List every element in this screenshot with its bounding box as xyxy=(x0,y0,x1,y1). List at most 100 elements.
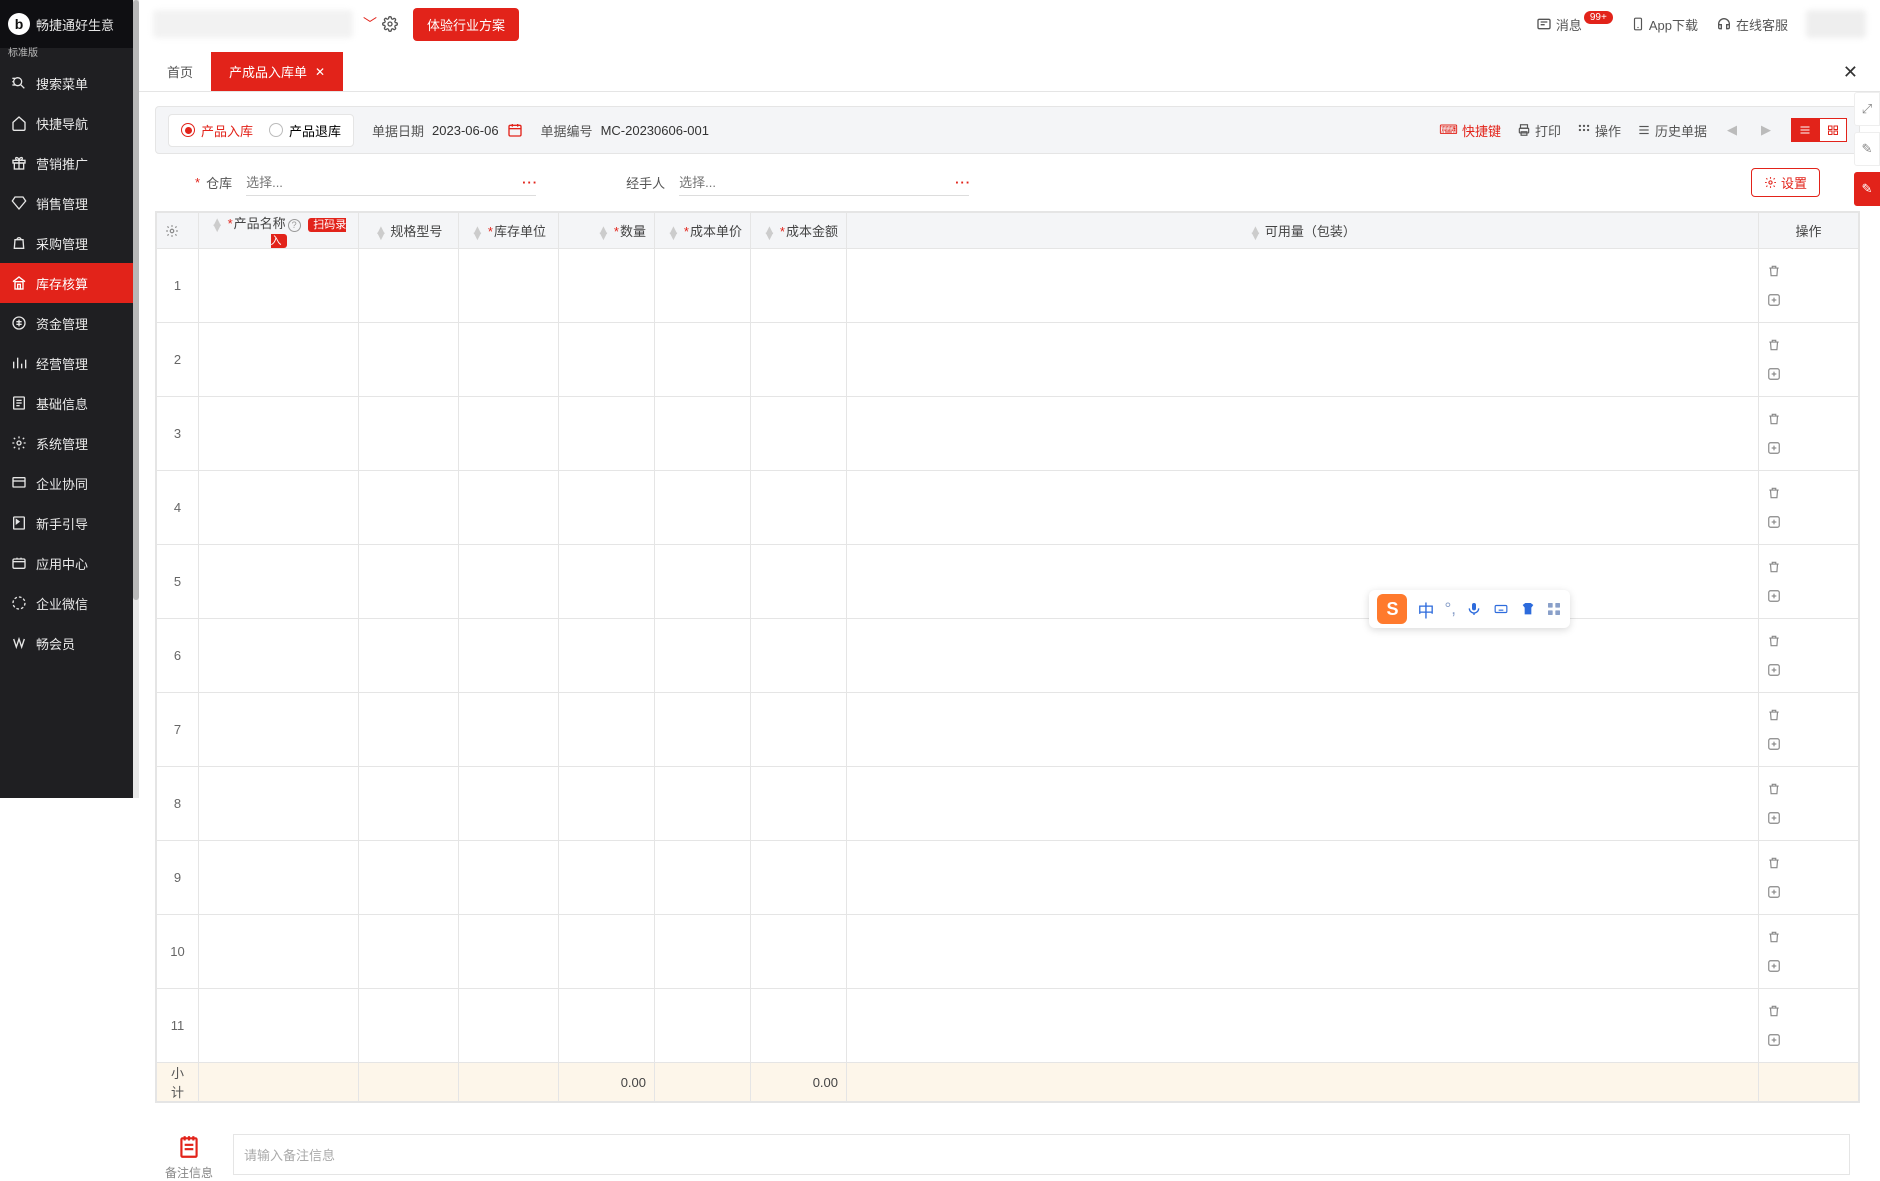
cell-available[interactable] xyxy=(847,767,1759,841)
delete-row-icon[interactable] xyxy=(1767,634,1850,648)
sidebar-item-0[interactable]: 搜索菜单 xyxy=(0,63,133,103)
cell-price[interactable] xyxy=(655,323,751,397)
header-unit[interactable]: ▲▼*库存单位 xyxy=(459,213,559,249)
experience-plan-button[interactable]: 体验行业方案 xyxy=(413,8,519,41)
cell-unit[interactable] xyxy=(459,619,559,693)
add-row-icon[interactable] xyxy=(1767,885,1850,899)
ime-mic-icon[interactable] xyxy=(1466,601,1482,617)
next-doc-icon[interactable]: ▶ xyxy=(1757,122,1775,138)
cell-qty[interactable] xyxy=(559,471,655,545)
warehouse-select[interactable] xyxy=(246,170,536,196)
cell-available[interactable] xyxy=(847,471,1759,545)
cell-available[interactable] xyxy=(847,693,1759,767)
cell-qty[interactable] xyxy=(559,841,655,915)
hotkeys-button[interactable]: ⌨ 快捷键 xyxy=(1439,121,1501,140)
ime-toolbox-icon[interactable] xyxy=(1546,601,1562,617)
messages-button[interactable]: 消息 99+ xyxy=(1536,15,1613,34)
more-icon[interactable]: ··· xyxy=(955,175,971,190)
cell-spec[interactable] xyxy=(359,693,459,767)
cell-qty[interactable] xyxy=(559,249,655,323)
table-row[interactable]: 10 xyxy=(157,915,1859,989)
add-row-icon[interactable] xyxy=(1767,811,1850,825)
sidebar-item-8[interactable]: 基础信息 xyxy=(0,383,133,423)
cell-unit[interactable] xyxy=(459,249,559,323)
cell-amount[interactable] xyxy=(751,989,847,1063)
sidebar-item-12[interactable]: 应用中心 xyxy=(0,543,133,583)
rail-edit-icon[interactable]: ✎ xyxy=(1854,132,1880,166)
cell-price[interactable] xyxy=(655,619,751,693)
sidebar-item-14[interactable]: 畅会员 xyxy=(0,623,133,663)
table-row[interactable]: 2 xyxy=(157,323,1859,397)
prev-doc-icon[interactable]: ◀ xyxy=(1723,122,1741,138)
delete-row-icon[interactable] xyxy=(1767,1004,1850,1018)
cell-name[interactable] xyxy=(199,249,359,323)
cell-price[interactable] xyxy=(655,471,751,545)
tab-home[interactable]: 首页 xyxy=(149,52,211,91)
delete-row-icon[interactable] xyxy=(1767,930,1850,944)
table-row[interactable]: 6 xyxy=(157,619,1859,693)
cell-available[interactable] xyxy=(847,397,1759,471)
close-icon[interactable]: ✕ xyxy=(315,65,325,79)
cell-qty[interactable] xyxy=(559,619,655,693)
cell-price[interactable] xyxy=(655,249,751,323)
rail-expand-icon[interactable]: ⤢ xyxy=(1854,92,1880,126)
cell-available[interactable] xyxy=(847,249,1759,323)
support-button[interactable]: 在线客服 xyxy=(1716,15,1788,34)
cell-amount[interactable] xyxy=(751,915,847,989)
delete-row-icon[interactable] xyxy=(1767,856,1850,870)
delete-row-icon[interactable] xyxy=(1767,338,1850,352)
cell-spec[interactable] xyxy=(359,545,459,619)
table-row[interactable]: 4 xyxy=(157,471,1859,545)
cell-qty[interactable] xyxy=(559,693,655,767)
cell-unit[interactable] xyxy=(459,323,559,397)
add-row-icon[interactable] xyxy=(1767,737,1850,751)
cell-amount[interactable] xyxy=(751,471,847,545)
cell-name[interactable] xyxy=(199,619,359,693)
remarks-input[interactable]: 请输入备注信息 xyxy=(233,1134,1850,1175)
cell-available[interactable] xyxy=(847,915,1759,989)
cell-unit[interactable] xyxy=(459,841,559,915)
cell-unit[interactable] xyxy=(459,989,559,1063)
cell-amount[interactable] xyxy=(751,323,847,397)
cell-qty[interactable] xyxy=(559,323,655,397)
operate-button[interactable]: 操作 xyxy=(1577,121,1621,140)
cell-spec[interactable] xyxy=(359,915,459,989)
delete-row-icon[interactable] xyxy=(1767,782,1850,796)
cell-amount[interactable] xyxy=(751,249,847,323)
settings-button[interactable]: 设置 xyxy=(1751,168,1820,197)
cell-name[interactable] xyxy=(199,397,359,471)
close-all-tabs-icon[interactable]: ✕ xyxy=(1831,54,1870,91)
cell-spec[interactable] xyxy=(359,989,459,1063)
cell-unit[interactable] xyxy=(459,397,559,471)
more-icon[interactable]: ··· xyxy=(522,175,538,190)
delete-row-icon[interactable] xyxy=(1767,486,1850,500)
cell-name[interactable] xyxy=(199,693,359,767)
ime-lang-icon[interactable]: 中 xyxy=(1417,597,1434,622)
cell-amount[interactable] xyxy=(751,693,847,767)
sidebar-item-5[interactable]: 库存核算 xyxy=(0,263,133,303)
add-row-icon[interactable] xyxy=(1767,367,1850,381)
header-product-name[interactable]: ▲▼*产品名称? 扫码录入 xyxy=(199,213,359,249)
add-row-icon[interactable] xyxy=(1767,589,1850,603)
cell-qty[interactable] xyxy=(559,397,655,471)
cell-qty[interactable] xyxy=(559,989,655,1063)
delete-row-icon[interactable] xyxy=(1767,708,1850,722)
cell-name[interactable] xyxy=(199,323,359,397)
sidebar-item-4[interactable]: 采购管理 xyxy=(0,223,133,263)
cell-available[interactable] xyxy=(847,619,1759,693)
cell-price[interactable] xyxy=(655,767,751,841)
sidebar-item-6[interactable]: 资金管理 xyxy=(0,303,133,343)
cell-available[interactable] xyxy=(847,323,1759,397)
cell-price[interactable] xyxy=(655,397,751,471)
tab-finished-goods-in[interactable]: 产成品入库单 ✕ xyxy=(211,52,343,91)
table-row[interactable]: 11 xyxy=(157,989,1859,1063)
sidebar-scrollbar[interactable] xyxy=(133,0,139,798)
cell-spec[interactable] xyxy=(359,841,459,915)
cell-name[interactable] xyxy=(199,767,359,841)
sidebar-item-11[interactable]: 新手引导 xyxy=(0,503,133,543)
cell-spec[interactable] xyxy=(359,471,459,545)
radio-product-in[interactable]: 产品入库 xyxy=(181,121,253,140)
table-row[interactable]: 9 xyxy=(157,841,1859,915)
radio-product-return[interactable]: 产品退库 xyxy=(269,121,341,140)
cell-name[interactable] xyxy=(199,545,359,619)
